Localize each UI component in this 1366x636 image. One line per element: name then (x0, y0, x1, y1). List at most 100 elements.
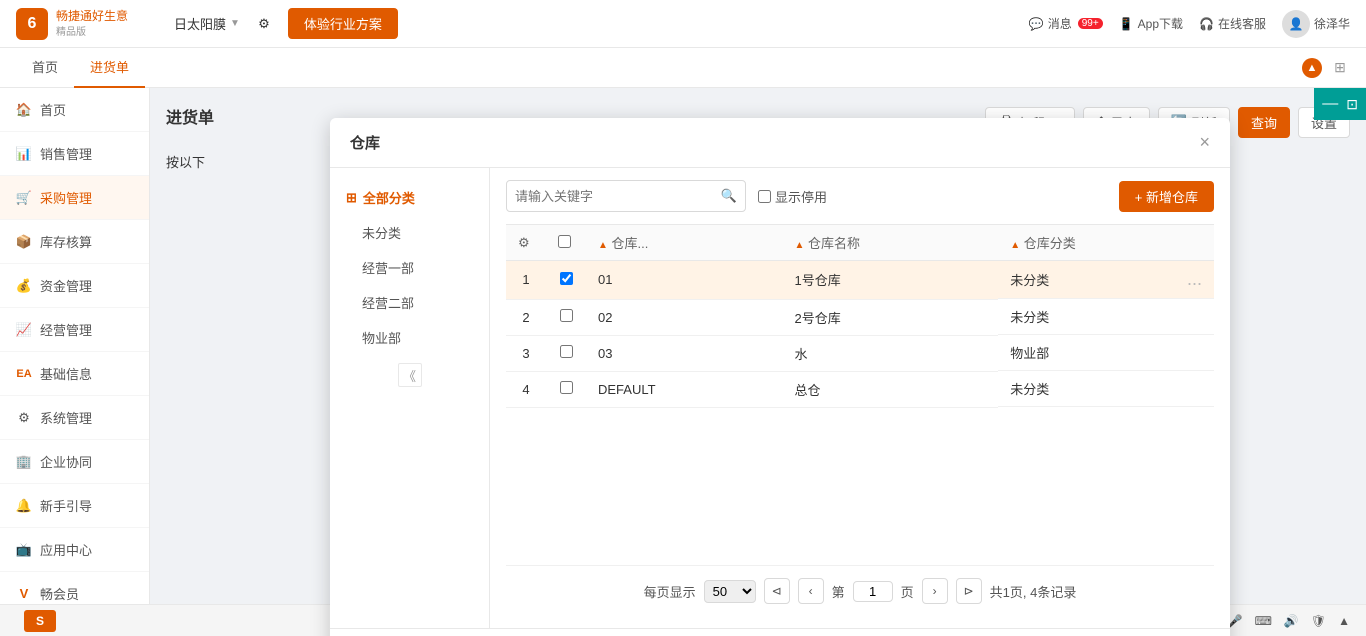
nav-tab-purchase[interactable]: 进货单 (74, 48, 145, 88)
sidebar-item-enterprise[interactable]: 🏢 企业协同 (0, 440, 149, 484)
sidebar-item-operations[interactable]: 📈 经营管理 (0, 308, 149, 352)
sidebar-item-home[interactable]: 🏠 首页 (0, 88, 149, 132)
row-name: 总仓 (783, 371, 999, 407)
add-warehouse-btn[interactable]: + 新增仓库 (1119, 181, 1214, 212)
row-name: 1号仓库 (783, 261, 999, 300)
status-keyboard[interactable]: ⌨ (1255, 614, 1272, 628)
expand-nav-btn[interactable]: ⊞ (1330, 58, 1350, 78)
grid-icon: ⊞ (346, 190, 357, 206)
th-code: ▲ 仓库... (586, 225, 783, 261)
warehouse-table: ⚙ ▲ 仓库... ▲ (506, 224, 1214, 408)
sidebar-item-purchase[interactable]: 🛒 采购管理 (0, 176, 149, 220)
home-icon: 🏠 (16, 102, 32, 118)
content-area: 进货单 🖨 打印 ▼ ⬆ 导出 🔄 刷新 (150, 88, 1366, 636)
appstore-icon: 📺 (16, 542, 32, 558)
row-checkbox[interactable] (560, 272, 573, 285)
sidebar-item-enterprise-label: 企业协同 (40, 452, 92, 471)
show-disabled-checkbox[interactable] (758, 190, 771, 203)
page-last-btn[interactable]: ⊳ (956, 578, 982, 604)
row-num: 1 (506, 261, 546, 300)
teal-controls: — ⊡ (1314, 88, 1366, 120)
message-badge: 99+ (1078, 18, 1103, 29)
modal-header: 仓库 × (330, 118, 1230, 168)
th-select-all[interactable] (558, 235, 571, 248)
header-right: 💬 消息 99+ 📱 App下载 🎧 在线客服 👤 徐泽华 (1029, 10, 1350, 38)
sidebar-item-sales[interactable]: 📊 销售管理 (0, 132, 149, 176)
status-arrow[interactable]: ▲ (1338, 614, 1350, 628)
app-download-item[interactable]: 📱 App下载 (1119, 15, 1183, 32)
username: 徐泽华 (1314, 15, 1350, 32)
per-page-select[interactable]: 10 20 50 100 (704, 580, 756, 603)
sidebar-item-basic[interactable]: EA 基础信息 (0, 352, 149, 396)
user-item[interactable]: 👤 徐泽华 (1282, 10, 1350, 38)
sidebar-item-home-label: 首页 (40, 100, 66, 119)
query-label: 查询 (1251, 113, 1277, 132)
logo-area: 6 畅捷通好生意 精品版 (16, 8, 166, 40)
phone-icon: 📱 (1119, 17, 1134, 31)
page-title: 进货单 (166, 104, 214, 128)
table-row[interactable]: 1 01 1号仓库 未分类 ... (506, 261, 1214, 300)
category-item-ops2[interactable]: 经营二部 (330, 285, 489, 320)
status-shield[interactable]: 🛡 (1311, 614, 1326, 628)
row-category: 未分类 (998, 299, 1214, 335)
trial-button[interactable]: 体验行业方案 (288, 8, 398, 39)
sidebar-item-inventory[interactable]: 📦 库存核算 (0, 220, 149, 264)
total-text: 共1页, 4条记录 (990, 582, 1077, 601)
warehouse-modal: 仓库 × ⊞ 全部分类 未分类 经营一部 经营二部 物业部 《 (330, 118, 1230, 636)
online-service-item[interactable]: 🎧 在线客服 (1199, 15, 1266, 32)
table-row[interactable]: 3 03 水 物业部 (506, 335, 1214, 371)
modal-footer: 取消 确定 (330, 628, 1230, 636)
th-settings: ⚙ (506, 225, 546, 261)
table-row[interactable]: 4 DEFAULT 总仓 未分类 (506, 371, 1214, 407)
page-next-btn[interactable]: › (922, 578, 948, 604)
row-num: 3 (506, 335, 546, 371)
row-category: 未分类 (998, 371, 1214, 407)
maximize-icon[interactable]: ⊡ (1346, 96, 1358, 113)
sidebar-item-sales-label: 销售管理 (40, 144, 92, 163)
row-checkbox[interactable] (560, 309, 573, 322)
row-code: DEFAULT (586, 371, 783, 407)
table-panel: 🔍 显示停用 + 新增仓库 ⚙ (490, 168, 1230, 628)
show-disabled-text: 显示停用 (775, 187, 827, 206)
row-category: 物业部 (998, 335, 1214, 371)
row-checkbox[interactable] (560, 345, 573, 358)
row-checkbox-cell (546, 261, 586, 300)
th-name-sort-icon: ▲ (795, 240, 805, 251)
minimize-icon[interactable]: — (1322, 95, 1338, 113)
search-icon[interactable]: 🔍 (721, 188, 737, 204)
row-checkbox[interactable] (560, 381, 573, 394)
sales-icon: 📊 (16, 146, 32, 162)
store-selector[interactable]: 日太阳膜 ▼ (174, 14, 240, 33)
status-speaker[interactable]: 🔊 (1284, 614, 1299, 628)
main-layout: 🏠 首页 📊 销售管理 🛒 采购管理 📦 库存核算 💰 资金管理 📈 经营管理 … (0, 88, 1366, 636)
query-btn[interactable]: 查询 (1238, 107, 1290, 138)
system-icon: ⚙ (16, 410, 32, 426)
category-item-ops1[interactable]: 经营一部 (330, 250, 489, 285)
category-all[interactable]: ⊞ 全部分类 (330, 180, 489, 215)
page-first-btn[interactable]: ⊲ (764, 578, 790, 604)
sidebar-item-system-label: 系统管理 (40, 408, 92, 427)
pagination: 每页显示 10 20 50 100 ⊲ ‹ 第 (506, 565, 1214, 616)
guide-icon: 🔔 (16, 498, 32, 514)
per-page-label: 每页显示 (644, 582, 696, 601)
page-prev-btn[interactable]: ‹ (798, 578, 824, 604)
category-item-uncategorized[interactable]: 未分类 (330, 215, 489, 250)
sidebar-item-system[interactable]: ⚙ 系统管理 (0, 396, 149, 440)
collapse-nav-btn[interactable]: ▲ (1302, 58, 1322, 78)
sidebar-item-finance[interactable]: 💰 资金管理 (0, 264, 149, 308)
page-number-input[interactable] (853, 581, 893, 602)
row-more-dots[interactable]: ... (1187, 269, 1202, 290)
sidebar-item-guide[interactable]: 🔔 新手引导 (0, 484, 149, 528)
th-gear-icon[interactable]: ⚙ (518, 235, 530, 250)
enterprise-icon: 🏢 (16, 454, 32, 470)
table-row[interactable]: 2 02 2号仓库 未分类 (506, 299, 1214, 335)
category-item-property[interactable]: 物业部 (330, 320, 489, 355)
modal-close-btn[interactable]: × (1199, 132, 1210, 153)
nav-tab-home[interactable]: 首页 (16, 48, 74, 88)
sidebar-item-appstore[interactable]: 📺 应用中心 (0, 528, 149, 572)
search-input[interactable] (515, 189, 721, 204)
table-toolbar: 🔍 显示停用 + 新增仓库 (506, 180, 1214, 212)
settings-btn[interactable]: ⚙ (248, 8, 280, 40)
message-item[interactable]: 💬 消息 99+ (1029, 15, 1103, 32)
collapse-category-btn[interactable]: 《 (398, 363, 422, 387)
